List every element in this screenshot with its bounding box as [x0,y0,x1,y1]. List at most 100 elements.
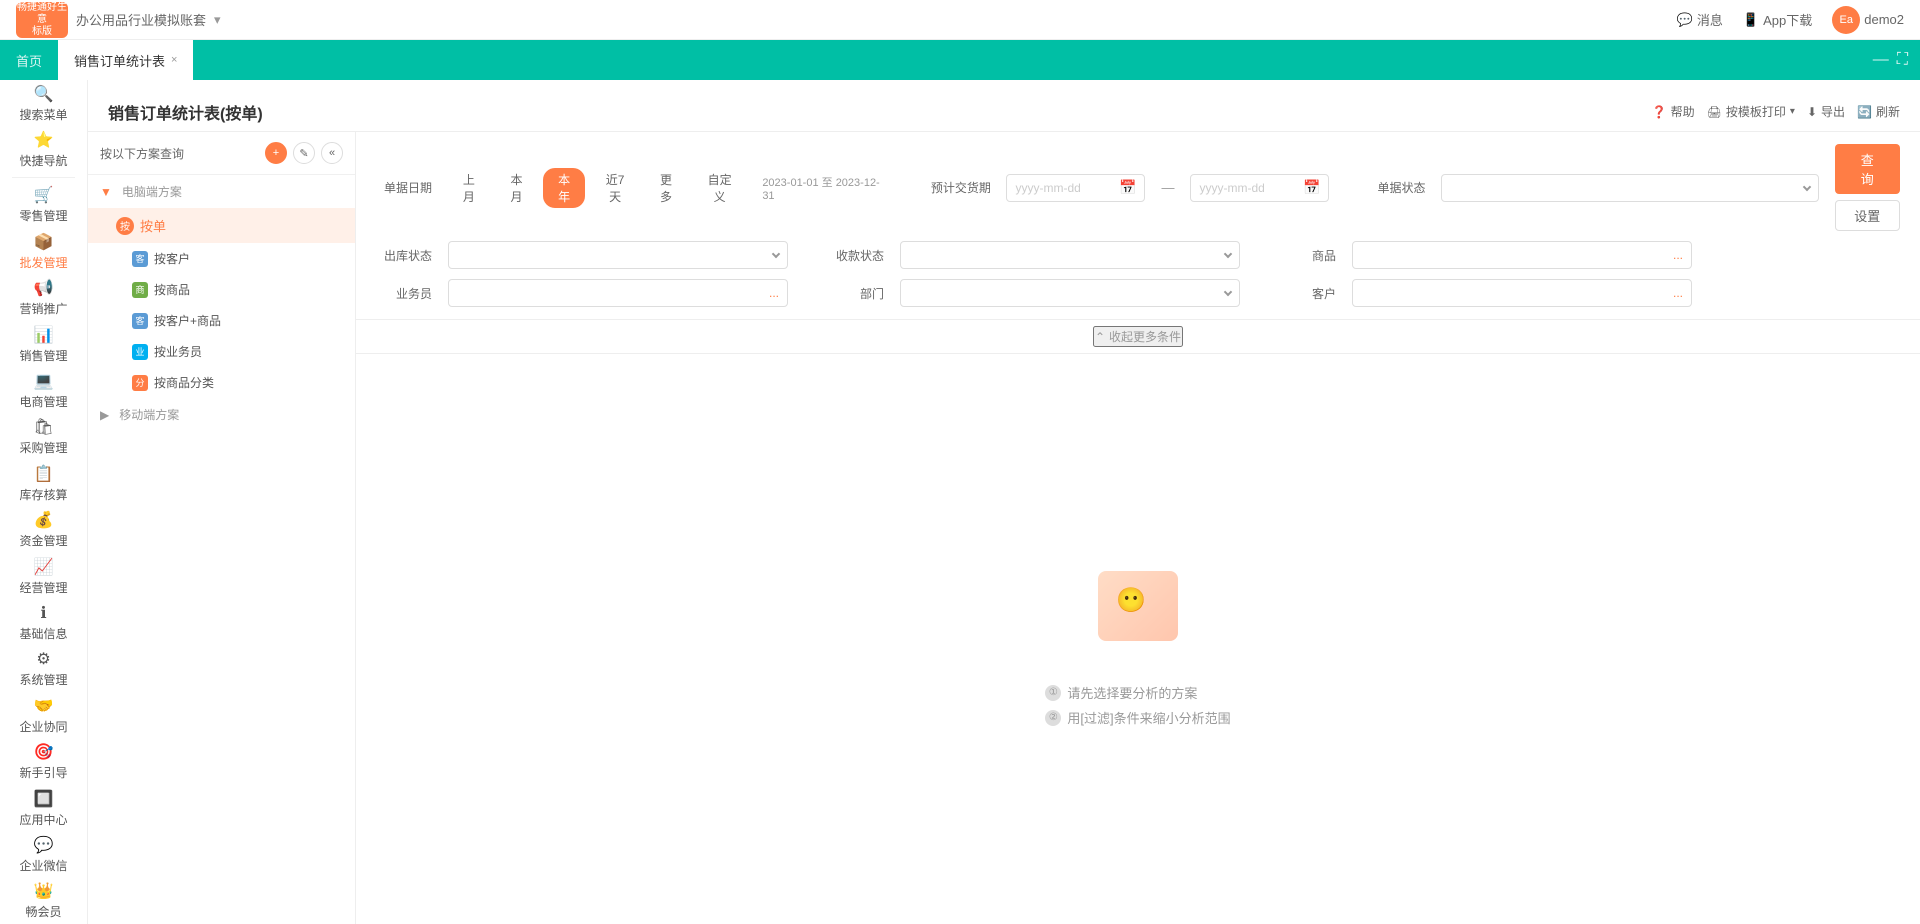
print-button[interactable]: 🖨 按模板打印 ▾ [1707,103,1795,120]
department-label: 部门 [828,285,884,302]
top-bar-right: 💬 消息 📱 App下载 Ea demo2 [1677,6,1904,34]
help-icon: ❓ [1652,105,1667,119]
customer-label: 客户 [1280,285,1336,302]
sidebar-item-shortcuts[interactable]: ⭐ 快捷导航 [0,126,87,172]
customer-select[interactable]: ... [1352,279,1692,307]
user-avatar: Ea [1832,6,1860,34]
tree-item-by-customer[interactable]: 客 按客户 [120,243,355,274]
add-scheme-button[interactable]: + [265,142,287,164]
mobile-group-label: 移动端方案 [119,406,179,423]
delivery-status-chevron-icon [772,250,780,258]
collapse-chevron-icon: ⌃ [1095,330,1105,344]
order-status-select[interactable] [1441,174,1818,202]
user-profile[interactable]: Ea demo2 [1832,6,1904,34]
print-dropdown-arrow[interactable]: ▾ [1790,106,1795,117]
payment-status-select[interactable] [900,241,1240,269]
search-icon: 🔍 [34,84,54,104]
expected-date-start[interactable]: yyyy-mm-dd 📅 [1006,174,1145,202]
refresh-button[interactable]: 🔄 刷新 [1857,103,1900,120]
tab-sales-order-stats[interactable]: 销售订单统计表 × [58,40,193,80]
sidebar-item-basic-info[interactable]: ℹ 基础信息 [0,599,87,645]
goods-select[interactable]: ... [1352,241,1692,269]
message-button[interactable]: 💬 消息 [1677,10,1723,29]
sidebar-item-tutorial[interactable]: 🎯 新手引导 [0,738,87,784]
sidebar-item-app-center[interactable]: 🔲 应用中心 [0,785,87,831]
export-button[interactable]: ⬇ 导出 [1807,103,1845,120]
sidebar-item-marketing[interactable]: 📢 营销推广 [0,275,87,321]
tab-bar-actions: — ⛶ [1873,51,1920,69]
body-split: 按以下方案查询 + ✎ « ▼ 电脑端方案 按 按单 [88,132,1920,924]
sidebar-item-sales[interactable]: 📊 销售管理 [0,321,87,367]
sidebar-item-finance[interactable]: 💰 资金管理 [0,506,87,552]
help-button[interactable]: ❓ 帮助 [1652,103,1695,120]
tree-item-by-goods-category[interactable]: 分 按商品分类 [120,367,355,398]
marketing-icon: 📢 [34,278,54,298]
app-dropdown-arrow[interactable]: ▾ [214,12,221,28]
tab-home[interactable]: 首页 [0,40,58,80]
delivery-status-select[interactable] [448,241,788,269]
salesperson-label: 业务员 [376,285,432,302]
shortcut-more[interactable]: 更多 [645,168,687,208]
page-title: 销售订单统计表(按单) [108,100,263,124]
goods-ellipsis-icon[interactable]: ... [1673,248,1683,262]
sidebar-item-system[interactable]: ⚙ 系统管理 [0,646,87,692]
sidebar-item-purchase[interactable]: 🛍 采购管理 [0,414,87,460]
sidebar-item-wechat-work[interactable]: 💬 企业微信 [0,831,87,877]
tree-children-desktop: 客 按客户 商 按商品 客 按客户+商品 业 按业务员 [88,243,355,398]
sidebar-item-ecommerce[interactable]: 💻 电商管理 [0,367,87,413]
salesperson-ellipsis-icon[interactable]: ... [769,286,779,300]
order-status-chevron-icon [1802,182,1810,190]
retail-icon: 🛒 [34,185,54,205]
wholesale-icon: 📦 [34,232,54,252]
left-panel-title: 按以下方案查询 [100,145,184,162]
settings-button[interactable]: 设置 [1835,200,1900,231]
empty-tip-2: ② 用[过滤]条件来缩小分析范围 [1045,708,1230,727]
tab-close-button[interactable]: × [171,54,177,66]
tree-item-by-salesperson[interactable]: 业 按业务员 [120,336,355,367]
sidebar-item-retail[interactable]: 🛒 零售管理 [0,182,87,228]
empty-tips: ① 请先选择要分析的方案 ② 用[过滤]条件来缩小分析范围 [1045,683,1230,727]
date-shortcuts-group: 上月 本月 本年 近7天 更多 自定义 [448,168,746,208]
date-label: 单据日期 [376,179,432,196]
app-download-button[interactable]: 📱 App下载 [1743,10,1812,29]
sidebar-item-operations[interactable]: 📈 经营管理 [0,553,87,599]
basic-info-icon: ℹ [40,603,46,623]
tree-item-by-customer-goods[interactable]: 客 按客户+商品 [120,305,355,336]
salesperson-select[interactable]: ... [448,279,788,307]
tree-item-by-order[interactable]: 按 按单 [88,208,355,243]
shortcut-last-7-days[interactable]: 近7天 [591,168,639,208]
customer-ellipsis-icon[interactable]: ... [1673,286,1683,300]
shortcut-custom[interactable]: 自定义 [693,168,746,208]
filter-row-2: 出库状态 收款状态 商品 ... [376,241,1900,269]
goods-label: 商品 [1280,247,1336,264]
sidebar-item-search[interactable]: 🔍 搜索菜单 [0,80,87,126]
sidebar-item-member[interactable]: 👑 畅会员 [0,878,87,924]
window-maximize-button[interactable]: ⛶ [1897,51,1908,69]
tree-item-by-goods[interactable]: 商 按商品 [120,274,355,305]
expected-date-end[interactable]: yyyy-mm-dd 📅 [1190,174,1329,202]
collapse-more-button[interactable]: ⌃ 收起更多条件 [1093,326,1183,347]
window-minimize-button[interactable]: — [1873,51,1889,69]
shortcut-last-month[interactable]: 上月 [448,168,490,208]
sidebar-item-wholesale[interactable]: 📦 批发管理 [0,228,87,274]
sidebar-item-enterprise[interactable]: 🤝 企业协同 [0,692,87,738]
collapse-panel-button[interactable]: « [321,142,343,164]
empty-illustration: 😶 [1078,551,1198,671]
app-center-icon: 🔲 [34,789,54,809]
system-icon: ⚙ [36,649,50,669]
query-button[interactable]: 查询 [1835,144,1900,194]
date-range-text: 2023-01-01 至 2023-12-31 [762,174,891,202]
shortcut-this-year[interactable]: 本年 [543,168,585,208]
sidebar-item-inventory[interactable]: 📋 库存核算 [0,460,87,506]
department-select[interactable] [900,279,1240,307]
tab-bar: 首页 销售订单统计表 × — ⛶ [0,40,1920,80]
download-icon: 📱 [1743,12,1759,28]
inventory-icon: 📋 [34,464,54,484]
refresh-icon: 🔄 [1857,105,1872,119]
export-icon: ⬇ [1807,105,1817,119]
shortcut-this-month[interactable]: 本月 [496,168,538,208]
by-customer-goods-icon: 客 [132,313,148,329]
edit-scheme-button[interactable]: ✎ [293,142,315,164]
department-chevron-icon [1224,288,1232,296]
filter-row-1: 单据日期 上月 本月 本年 近7天 更多 自定义 2023-01-01 至 20… [376,144,1900,231]
